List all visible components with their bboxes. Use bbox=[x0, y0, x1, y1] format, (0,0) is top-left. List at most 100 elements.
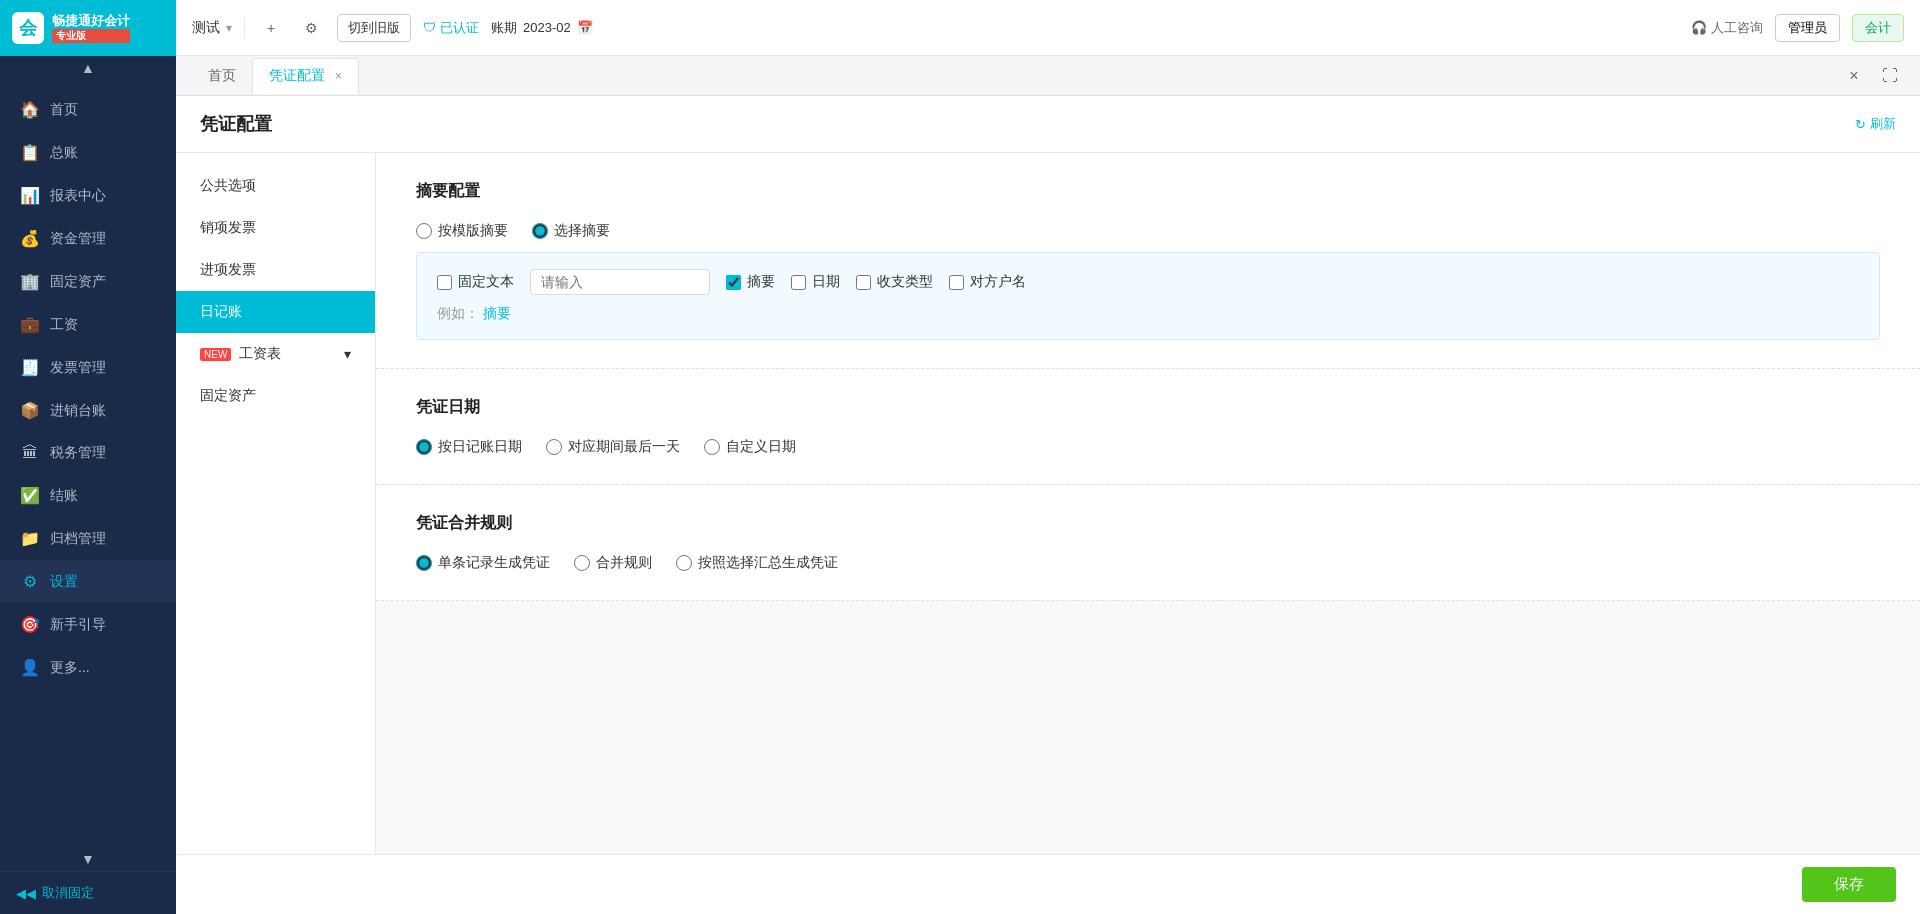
sidebar-item-archive[interactable]: 📁 归档管理 bbox=[0, 517, 176, 560]
consult-button[interactable]: 🎧 人工咨询 bbox=[1691, 19, 1763, 37]
page-footer: 保存 bbox=[176, 854, 1920, 914]
date-radio-journal[interactable] bbox=[416, 439, 432, 455]
settings-button[interactable]: ⚙ bbox=[297, 14, 325, 42]
sidebar-scroll-up[interactable]: ▲ bbox=[0, 56, 176, 80]
sidebar-label-home: 首页 bbox=[50, 101, 78, 119]
date-checkbox-label[interactable]: 日期 bbox=[791, 273, 840, 291]
date-checkbox[interactable] bbox=[791, 275, 806, 290]
date-radio-custom[interactable] bbox=[704, 439, 720, 455]
guide-icon: 🎯 bbox=[20, 615, 40, 634]
income-type-checkbox-text: 收支类型 bbox=[877, 273, 933, 291]
right-panel: 摘要配置 按模版摘要 选择摘要 bbox=[376, 153, 1920, 854]
sidebar-label-reports: 报表中心 bbox=[50, 187, 106, 205]
date-section: 凭证日期 按日记账日期 对应期间最后一天 自定义日期 bbox=[376, 369, 1920, 485]
sidebar-item-settings[interactable]: ⚙ 设置 bbox=[0, 560, 176, 603]
sidebar-scroll-down[interactable]: ▼ bbox=[0, 847, 176, 871]
merge-radio-summary[interactable] bbox=[676, 555, 692, 571]
refresh-label: 刷新 bbox=[1870, 115, 1896, 133]
cancel-fixed-btn[interactable]: ◀◀ 取消固定 bbox=[0, 871, 176, 914]
tab-voucher-config-label: 凭证配置 bbox=[269, 67, 325, 83]
sidebar-item-funds[interactable]: 💰 资金管理 bbox=[0, 217, 176, 260]
merge-radio-rules[interactable] bbox=[574, 555, 590, 571]
add-button[interactable]: + bbox=[257, 14, 285, 42]
income-type-checkbox[interactable] bbox=[856, 275, 871, 290]
left-menu: 公共选项 销项发票 进项发票 日记账 NEW 工资表 ▾ bbox=[176, 153, 376, 854]
salary-icon: 💼 bbox=[20, 315, 40, 334]
fixed-text-input[interactable] bbox=[530, 269, 710, 295]
tabbar: 首页 凭证配置 × × ⛶ bbox=[176, 56, 1920, 96]
menu-item-public[interactable]: 公共选项 bbox=[176, 165, 375, 207]
menu-item-journal[interactable]: 日记账 bbox=[176, 291, 375, 333]
counterpart-checkbox-label[interactable]: 对方户名 bbox=[949, 273, 1026, 291]
menu-item-fixed-assets[interactable]: 固定资产 bbox=[176, 375, 375, 417]
sidebar-item-tax[interactable]: 🏛 税务管理 bbox=[0, 432, 176, 474]
summary-option-template[interactable]: 按模版摘要 bbox=[416, 222, 508, 240]
period-text-label: 账期 bbox=[491, 19, 517, 37]
summary-radio-group: 按模版摘要 选择摘要 bbox=[416, 222, 1880, 240]
close-window-button[interactable]: × bbox=[1840, 62, 1868, 90]
fixed-text-checkbox[interactable] bbox=[437, 275, 452, 290]
sidebar-item-ledger[interactable]: 📋 总账 bbox=[0, 131, 176, 174]
company-selector[interactable]: 测试 ▾ bbox=[192, 19, 232, 37]
date-custom-label: 自定义日期 bbox=[726, 438, 796, 456]
summary-radio-select[interactable] bbox=[532, 223, 548, 239]
menu-item-payroll[interactable]: NEW 工资表 ▾ bbox=[176, 333, 375, 375]
cancel-fixed-icon: ◀◀ bbox=[16, 886, 36, 901]
menu-item-purchase-invoice[interactable]: 进项发票 bbox=[176, 249, 375, 291]
merge-radio-single[interactable] bbox=[416, 555, 432, 571]
merge-option-single[interactable]: 单条记录生成凭证 bbox=[416, 554, 550, 572]
tab-close-icon[interactable]: × bbox=[335, 69, 342, 83]
admin-button[interactable]: 管理员 bbox=[1775, 14, 1840, 42]
date-period-last-label: 对应期间最后一天 bbox=[568, 438, 680, 456]
refresh-icon: ↻ bbox=[1855, 117, 1866, 132]
calendar-icon[interactable]: 📅 bbox=[577, 20, 593, 35]
date-journal-label: 按日记账日期 bbox=[438, 438, 522, 456]
role-button[interactable]: 会计 bbox=[1852, 14, 1904, 42]
shield-icon: 🛡 bbox=[423, 20, 436, 35]
sidebar-item-home[interactable]: 🏠 首页 bbox=[0, 88, 176, 131]
switch-version-button[interactable]: 切到旧版 bbox=[337, 14, 411, 42]
date-option-journal[interactable]: 按日记账日期 bbox=[416, 438, 522, 456]
sidebar-item-assets[interactable]: 🏢 固定资产 bbox=[0, 260, 176, 303]
menu-item-sales-invoice[interactable]: 销项发票 bbox=[176, 207, 375, 249]
sidebar-item-salary[interactable]: 💼 工资 bbox=[0, 303, 176, 346]
topbar: 测试 ▾ + ⚙ 切到旧版 🛡 已认证 账期 2023-02 📅 🎧 人工咨询 … bbox=[176, 0, 1920, 56]
fixed-text-label: 固定文本 bbox=[458, 273, 514, 291]
refresh-button[interactable]: ↻ 刷新 bbox=[1855, 115, 1896, 149]
sidebar-item-more[interactable]: 👤 更多... bbox=[0, 646, 176, 689]
fullscreen-icon: ⛶ bbox=[1882, 67, 1898, 85]
fixed-text-checkbox-label[interactable]: 固定文本 bbox=[437, 273, 514, 291]
tab-home[interactable]: 首页 bbox=[192, 59, 252, 93]
summary-section-title: 摘要配置 bbox=[416, 181, 1880, 202]
add-icon: + bbox=[267, 20, 275, 36]
sidebar-item-reports[interactable]: 📊 报表中心 bbox=[0, 174, 176, 217]
save-button[interactable]: 保存 bbox=[1802, 867, 1896, 902]
date-option-custom[interactable]: 自定义日期 bbox=[704, 438, 796, 456]
main-area: 测试 ▾ + ⚙ 切到旧版 🛡 已认证 账期 2023-02 📅 🎧 人工咨询 … bbox=[176, 0, 1920, 914]
date-radio-period-last[interactable] bbox=[546, 439, 562, 455]
page-content: 凭证配置 ↻ 刷新 公共选项 销项发票 进项发票 日记账 bbox=[176, 96, 1920, 914]
summary-section: 摘要配置 按模版摘要 选择摘要 bbox=[376, 153, 1920, 369]
archive-icon: 📁 bbox=[20, 529, 40, 548]
sidebar-label-archive: 归档管理 bbox=[50, 530, 106, 548]
summary-radio-template[interactable] bbox=[416, 223, 432, 239]
sidebar-item-guide[interactable]: 🎯 新手引导 bbox=[0, 603, 176, 646]
sales-icon: 📦 bbox=[20, 401, 40, 420]
sidebar-item-sales[interactable]: 📦 进销台账 bbox=[0, 389, 176, 432]
logo-text: 畅捷通好会计 专业版 bbox=[52, 13, 130, 43]
merge-option-summary[interactable]: 按照选择汇总生成凭证 bbox=[676, 554, 838, 572]
merge-summary-label: 按照选择汇总生成凭证 bbox=[698, 554, 838, 572]
sidebar-item-close[interactable]: ✅ 结账 bbox=[0, 474, 176, 517]
tab-voucher-config[interactable]: 凭证配置 × bbox=[252, 58, 359, 94]
sidebar-item-invoice[interactable]: 🧾 发票管理 bbox=[0, 346, 176, 389]
summary-checkbox[interactable] bbox=[726, 275, 741, 290]
counterpart-checkbox[interactable] bbox=[949, 275, 964, 290]
date-option-period-last[interactable]: 对应期间最后一天 bbox=[546, 438, 680, 456]
sidebar-label-guide: 新手引导 bbox=[50, 616, 106, 634]
summary-option-select[interactable]: 选择摘要 bbox=[532, 222, 610, 240]
invoice-icon: 🧾 bbox=[20, 358, 40, 377]
income-type-checkbox-label[interactable]: 收支类型 bbox=[856, 273, 933, 291]
merge-option-rules[interactable]: 合并规则 bbox=[574, 554, 652, 572]
fullscreen-button[interactable]: ⛶ bbox=[1876, 62, 1904, 90]
summary-checkbox-label[interactable]: 摘要 bbox=[726, 273, 775, 291]
